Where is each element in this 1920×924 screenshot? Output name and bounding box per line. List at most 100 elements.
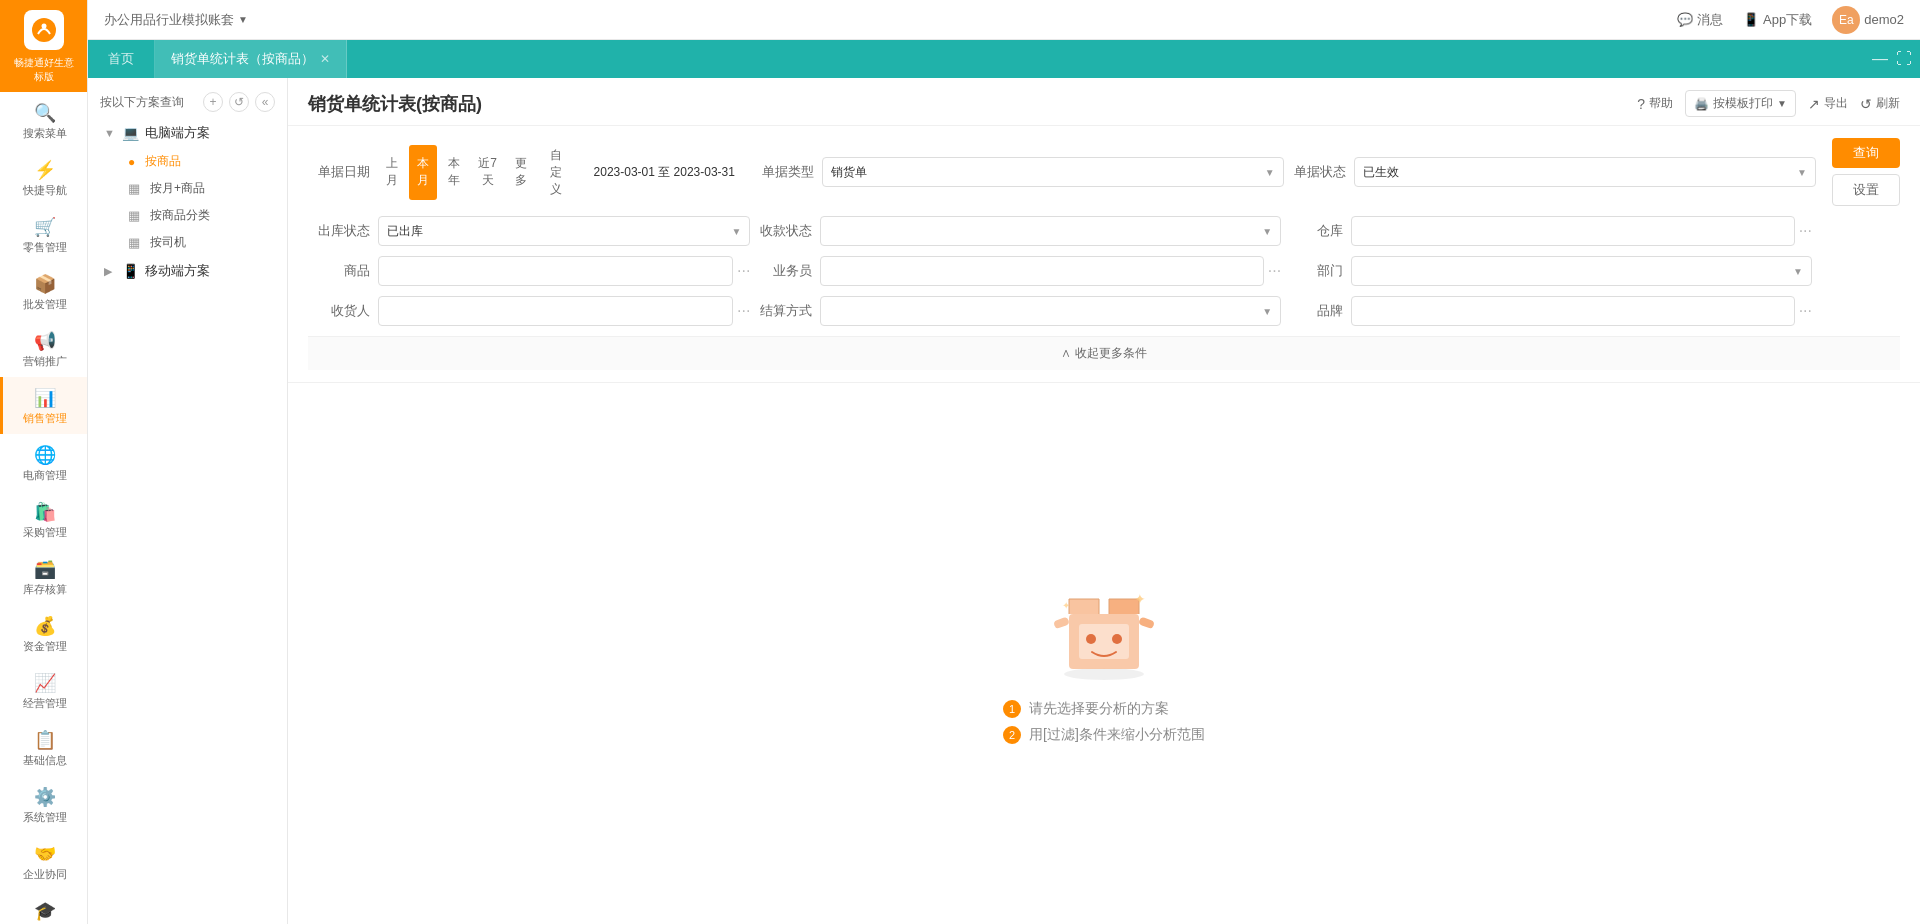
receipt-status-arrow-icon: ▼ xyxy=(1262,226,1272,237)
consignee-dots-icon[interactable]: ··· xyxy=(737,302,750,320)
filter-row-3: 商品 ··· 业务员 ··· 部门 xyxy=(308,256,1900,286)
sidebar-item-operations[interactable]: 📈 经营管理 xyxy=(0,662,87,719)
settings-button[interactable]: 设置 xyxy=(1832,174,1900,206)
sidebar-item-sales[interactable]: 📊 销售管理 xyxy=(0,377,87,434)
sidebar-item-retail[interactable]: 🛒 零售管理 xyxy=(0,206,87,263)
sidebar-item-search[interactable]: 🔍 搜索菜单 xyxy=(0,92,87,149)
tab-close-icon[interactable]: ✕ xyxy=(320,52,330,66)
svg-point-5 xyxy=(1086,634,1096,644)
date-btn-custom[interactable]: 自定义 xyxy=(539,145,574,200)
svg-point-6 xyxy=(1112,634,1122,644)
tab-maximize-icon[interactable]: ⛶ xyxy=(1896,50,1912,68)
doc-type-select[interactable]: 销货单 ▼ xyxy=(822,157,1284,187)
tab-minimize-icon[interactable]: — xyxy=(1872,50,1888,68)
tab-home[interactable]: 首页 xyxy=(88,40,155,78)
app-selector-arrow-icon: ▼ xyxy=(238,14,248,25)
right-panel: 销货单统计表(按商品) ? 帮助 🖨️ 按模板打印 ▼ ↗ 导出 xyxy=(288,78,1920,924)
inventory-icon: 🗃️ xyxy=(34,558,56,580)
filter-item-receipt-status: 收款状态 ▼ xyxy=(750,216,1281,246)
settlement-label: 结算方式 xyxy=(750,302,820,320)
sub-tree-by-month-goods[interactable]: ▦ 按月+商品 xyxy=(100,175,287,202)
sidebar-item-newbie[interactable]: 🎓 新手引导 xyxy=(0,890,87,924)
sidebar-item-basic[interactable]: 📋 基础信息 xyxy=(0,719,87,776)
consignee-input[interactable] xyxy=(378,296,733,326)
warehouse-input[interactable] xyxy=(1351,216,1794,246)
home-tab-label: 首页 xyxy=(108,50,134,68)
tab-sales-stats[interactable]: 销货单统计表（按商品） ✕ xyxy=(155,40,347,78)
date-filter-control: 上月 本月 本年 近7天 更多 自定义 xyxy=(378,145,752,200)
pc-tree-icon: 💻 xyxy=(122,125,139,141)
by-driver-icon: ▦ xyxy=(128,235,140,250)
left-panel-header: 按以下方案查询 + ↺ « xyxy=(88,86,287,118)
logo-subtext: 标版 xyxy=(34,70,54,84)
doc-status-control: 已生效 ▼ xyxy=(1354,157,1816,187)
dept-select[interactable]: ▼ xyxy=(1351,256,1812,286)
sub-tree-by-driver[interactable]: ▦ 按司机 xyxy=(100,229,287,256)
system-icon: ⚙️ xyxy=(34,786,56,808)
user-area[interactable]: Ea demo2 xyxy=(1832,6,1904,34)
topbar-left: 办公用品行业模拟账套 ▼ xyxy=(104,11,248,29)
date-btn-more[interactable]: 更多 xyxy=(507,145,534,200)
receipt-status-select[interactable]: ▼ xyxy=(820,216,1281,246)
date-btn-this-year[interactable]: 本年 xyxy=(441,145,468,200)
query-button[interactable]: 查询 xyxy=(1832,138,1900,168)
salesman-dots-icon[interactable]: ··· xyxy=(1268,262,1281,280)
tree-refresh-icon[interactable]: ↺ xyxy=(229,92,249,112)
tip-num-1: 1 xyxy=(1003,700,1021,718)
sidebar-item-marketing[interactable]: 📢 营销推广 xyxy=(0,320,87,377)
salesman-input[interactable] xyxy=(820,256,1263,286)
sidebar-item-wholesale[interactable]: 📦 批发管理 xyxy=(0,263,87,320)
sidebar-item-inventory[interactable]: 🗃️ 库存核算 xyxy=(0,548,87,605)
goods-input[interactable] xyxy=(378,256,733,286)
receipt-status-control: ▼ xyxy=(820,216,1281,246)
date-btn-this-month[interactable]: 本月 xyxy=(409,145,436,200)
settlement-select[interactable]: ▼ xyxy=(820,296,1281,326)
sidebar-item-ecommerce[interactable]: 🌐 电商管理 xyxy=(0,434,87,491)
template-print-btn[interactable]: 🖨️ 按模板打印 ▼ xyxy=(1685,90,1796,117)
filter-area: 单据日期 上月 本月 本年 近7天 更多 自定义 xyxy=(288,126,1920,383)
goods-dots-icon[interactable]: ··· xyxy=(737,262,750,280)
sub-tree-by-goods-label: 按商品 xyxy=(145,153,181,170)
refresh-action[interactable]: ↺ 刷新 xyxy=(1860,95,1900,112)
collapse-more-btn[interactable]: ∧ 收起更多条件 xyxy=(308,336,1900,370)
sidebar-item-purchase[interactable]: 🛍️ 采购管理 xyxy=(0,491,87,548)
date-btn-last-month[interactable]: 上月 xyxy=(378,145,405,200)
date-btns: 上月 本月 本年 近7天 更多 自定义 xyxy=(378,145,574,200)
date-range-input[interactable] xyxy=(586,158,752,186)
mobile-tree-icon: 📱 xyxy=(122,263,139,279)
sub-tree-by-driver-label: 按司机 xyxy=(150,234,186,251)
brand-input[interactable] xyxy=(1351,296,1794,326)
help-label: 帮助 xyxy=(1649,95,1673,112)
sidebar-item-finance[interactable]: 💰 资金管理 xyxy=(0,605,87,662)
app-download-action[interactable]: 📱 App下载 xyxy=(1743,11,1812,29)
tree-add-icon[interactable]: + xyxy=(203,92,223,112)
doc-status-select[interactable]: 已生效 ▼ xyxy=(1354,157,1816,187)
out-status-select[interactable]: 已出库 ▼ xyxy=(378,216,750,246)
sidebar-item-quick-nav[interactable]: ⚡ 快捷导航 xyxy=(0,149,87,206)
app-selector[interactable]: 办公用品行业模拟账套 ▼ xyxy=(104,11,248,29)
brand-label: 品牌 xyxy=(1281,302,1351,320)
empty-icon: ✦ ✦ xyxy=(1044,564,1164,684)
help-action[interactable]: ? 帮助 xyxy=(1637,95,1673,112)
svg-rect-4 xyxy=(1079,624,1129,659)
warehouse-dots-icon[interactable]: ··· xyxy=(1799,222,1812,240)
filter-item-doc-type: 单据类型 销货单 ▼ xyxy=(752,157,1284,187)
operations-icon: 📈 xyxy=(34,672,56,694)
tree-collapse-icon[interactable]: « xyxy=(255,92,275,112)
sidebar-item-system[interactable]: ⚙️ 系统管理 xyxy=(0,776,87,833)
export-action[interactable]: ↗ 导出 xyxy=(1808,95,1848,112)
brand-dots-icon[interactable]: ··· xyxy=(1799,302,1812,320)
doc-type-control: 销货单 ▼ xyxy=(822,157,1284,187)
sidebar-item-enterprise[interactable]: 🤝 企业协同 xyxy=(0,833,87,890)
page-actions: ? 帮助 🖨️ 按模板打印 ▼ ↗ 导出 ↺ 刷新 xyxy=(1637,90,1900,117)
avatar: Ea xyxy=(1832,6,1860,34)
filter-item-doc-status: 单据状态 已生效 ▼ xyxy=(1284,157,1816,187)
sub-tree-by-category[interactable]: ▦ 按商品分类 xyxy=(100,202,287,229)
tree-item-pc[interactable]: ▼ 💻 电脑端方案 xyxy=(88,118,287,148)
out-status-control: 已出库 ▼ xyxy=(378,216,750,246)
tree-item-mobile[interactable]: ▶ 📱 移动端方案 xyxy=(88,256,287,286)
date-btn-7days[interactable]: 近7天 xyxy=(472,145,504,200)
sub-tree-by-goods[interactable]: ● 按商品 xyxy=(100,148,287,175)
filter-row-4: 收货人 ··· 结算方式 ▼ xyxy=(308,296,1900,326)
message-action[interactable]: 💬 消息 xyxy=(1677,11,1723,29)
